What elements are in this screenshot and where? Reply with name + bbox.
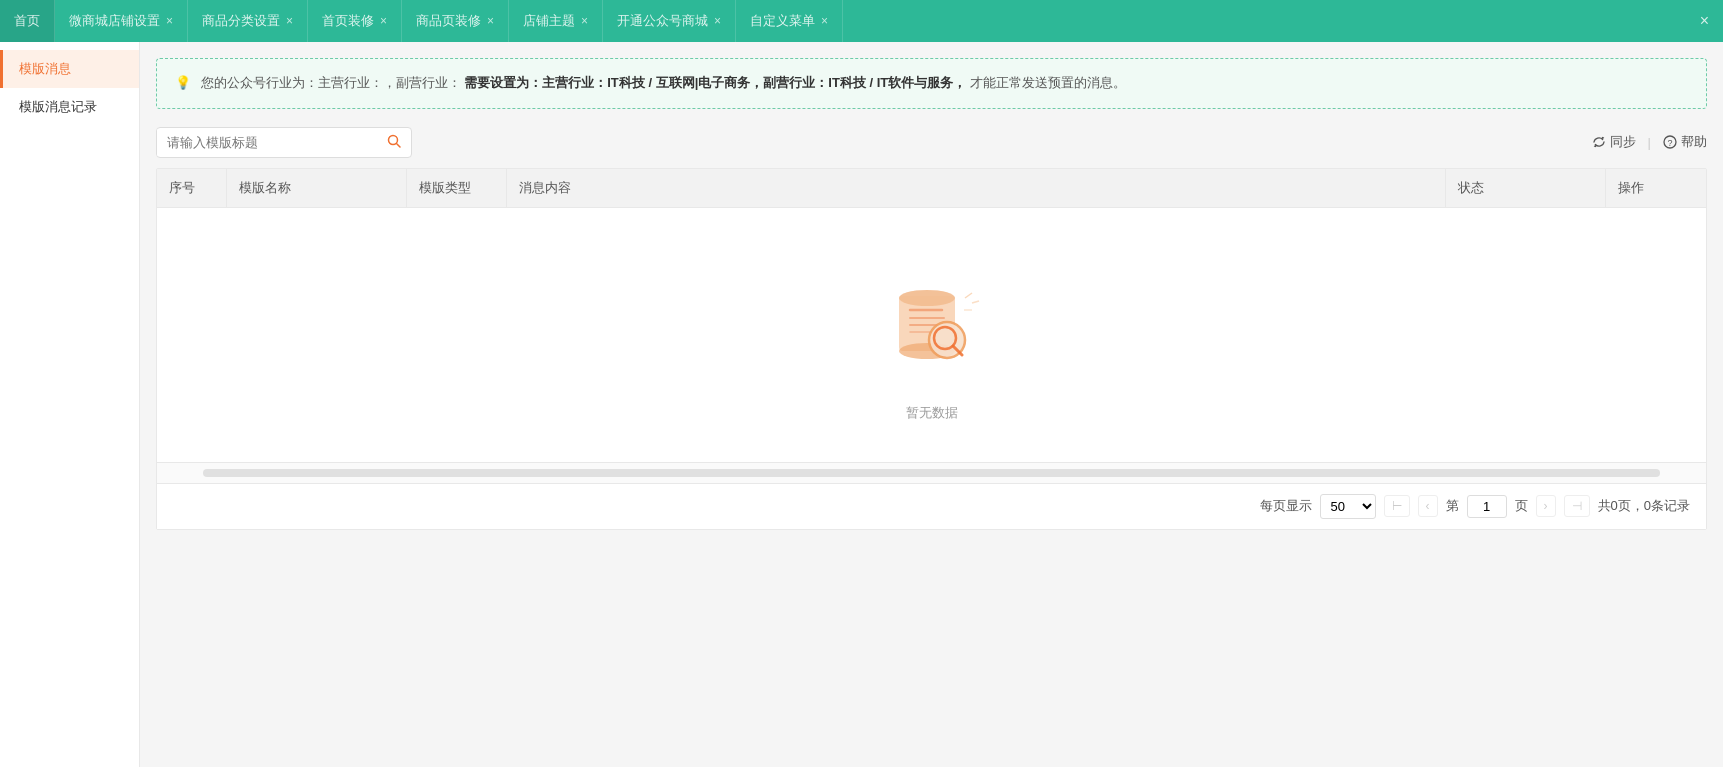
table-header-seq: 序号 [157,169,227,207]
sidebar-item-template-msg-log[interactable]: 模版消息记录 [0,88,139,126]
empty-text: 暂无数据 [906,404,958,422]
content-area: 💡 您的公众号行业为：主营行业：，副营行业： 需要设置为：主营行业：IT科技 /… [140,42,1723,767]
svg-text:?: ? [1667,138,1672,148]
close-tab-wsc-settings[interactable]: × [166,15,173,27]
page-size-select[interactable]: 102050100 [1320,494,1376,519]
nav-tab-store-theme[interactable]: 店铺主题× [509,0,603,42]
banner-suffix: 才能正常发送预置的消息。 [970,75,1126,90]
search-input[interactable] [157,129,377,156]
close-tab-home-decorate[interactable]: × [380,15,387,27]
table-header-name: 模版名称 [227,169,407,207]
nav-tab-product-decorate[interactable]: 商品页装修× [402,0,509,42]
sidebar-item-template-msg[interactable]: 模版消息 [0,50,139,88]
close-all-button[interactable]: × [1686,12,1723,30]
help-label: 帮助 [1681,133,1707,151]
data-table: 序号模版名称模版类型消息内容状态操作 [156,168,1707,530]
empty-state: 暂无数据 [157,208,1706,462]
help-icon: ? [1663,135,1677,149]
help-button[interactable]: ? 帮助 [1663,133,1707,151]
close-tab-custom-menu[interactable]: × [821,15,828,27]
last-page-button[interactable]: ⊣ [1564,495,1590,517]
first-page-button[interactable]: ⊢ [1384,495,1410,517]
horizontal-scrollbar[interactable] [157,462,1706,483]
top-nav: 首页微商城店铺设置×商品分类设置×首页装修×商品页装修×店铺主题×开通公众号商城… [0,0,1723,42]
nav-tab-open-wechat-mall[interactable]: 开通公众号商城× [603,0,736,42]
main-layout: 模版消息模版消息记录 💡 您的公众号行业为：主营行业：，副营行业： 需要设置为：… [0,42,1723,767]
pagination: 每页显示 102050100 ⊢ ‹ 第 页 › ⊣ 共0页，0条记录 [157,483,1706,529]
table-header-type: 模版类型 [407,169,507,207]
table-header-action: 操作 [1606,169,1706,207]
svg-line-16 [972,301,979,303]
svg-line-1 [397,143,401,147]
search-button[interactable] [377,128,411,157]
table-header-status: 状态 [1446,169,1606,207]
svg-point-7 [899,290,955,306]
prev-page-button[interactable]: ‹ [1418,495,1438,517]
svg-line-15 [965,293,972,298]
sync-label: 同步 [1610,133,1636,151]
info-banner: 💡 您的公众号行业为：主营行业：，副营行业： 需要设置为：主营行业：IT科技 /… [156,58,1707,109]
banner-prefix: 您的公众号行业为：主营行业：，副营行业： [201,75,461,90]
nav-tab-category-settings[interactable]: 商品分类设置× [188,0,308,42]
info-icon: 💡 [175,75,191,90]
sync-icon [1592,135,1606,149]
close-tab-store-theme[interactable]: × [581,15,588,27]
nav-tab-custom-menu[interactable]: 自定义菜单× [736,0,843,42]
search-box [156,127,412,158]
total-info: 共0页，0条记录 [1598,497,1690,515]
next-page-button[interactable]: › [1536,495,1556,517]
search-icon [387,134,401,148]
table-header: 序号模版名称模版类型消息内容状态操作 [157,169,1706,208]
toolbar-divider: | [1648,135,1651,150]
nav-tab-home-decorate[interactable]: 首页装修× [308,0,402,42]
page-unit: 页 [1515,497,1528,515]
toolbar: 同步 | ? 帮助 [156,127,1707,158]
nav-tab-home[interactable]: 首页 [0,0,55,42]
sync-button[interactable]: 同步 [1592,133,1636,151]
page-label: 第 [1446,497,1459,515]
page-number-input[interactable] [1467,495,1507,518]
toolbar-right: 同步 | ? 帮助 [1592,133,1707,151]
page-size-label: 每页显示 [1260,497,1312,515]
close-tab-open-wechat-mall[interactable]: × [714,15,721,27]
banner-highlight: 需要设置为：主营行业：IT科技 / 互联网|电子商务，副营行业：IT科技 / I… [464,75,966,90]
close-tab-category-settings[interactable]: × [286,15,293,27]
empty-illustration [872,268,992,388]
table-header-content: 消息内容 [507,169,1446,207]
sidebar: 模版消息模版消息记录 [0,42,140,767]
close-tab-product-decorate[interactable]: × [487,15,494,27]
nav-tab-wsc-settings[interactable]: 微商城店铺设置× [55,0,188,42]
